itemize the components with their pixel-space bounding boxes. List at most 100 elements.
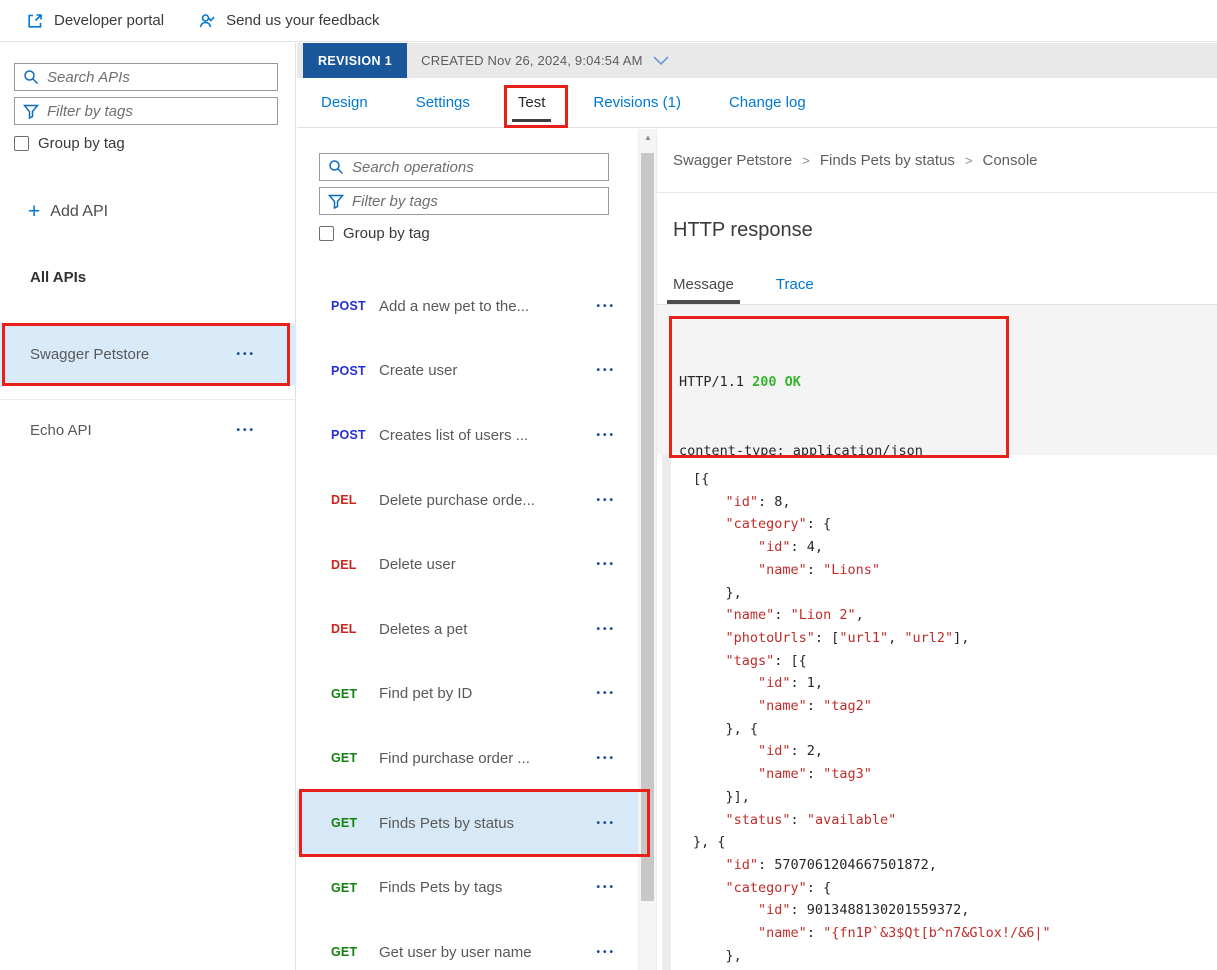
json-line: }], <box>693 788 750 805</box>
operation-list-item[interactable]: GET Get user by user name ••• <box>297 920 638 970</box>
status-line: HTTP/1.1 200 OK <box>679 374 801 391</box>
operation-name: Finds Pets by tags <box>379 879 503 897</box>
tab-design[interactable]: Design <box>319 80 370 125</box>
operation-method-badge: GET <box>331 686 358 701</box>
operation-context-menu-button[interactable]: ••• <box>596 495 616 506</box>
search-apis-box <box>14 63 278 91</box>
group-by-tag-label: Group by tag <box>38 135 125 152</box>
search-apis-input[interactable] <box>47 64 277 90</box>
operation-context-menu-button[interactable]: ••• <box>596 301 616 312</box>
api-context-menu-button[interactable]: ••• <box>236 425 256 436</box>
operation-method-badge: GET <box>331 816 358 831</box>
filter-funnel-icon <box>23 103 39 119</box>
operation-method-badge: POST <box>331 363 366 378</box>
tab-test[interactable]: Test <box>511 80 551 125</box>
ops-group-by-tag-label: Group by tag <box>343 225 430 242</box>
operation-method-badge: DEL <box>331 493 357 508</box>
operation-name: Delete purchase orde... <box>379 491 535 509</box>
json-line: "photoUrls": ["url1", "url2"], <box>725 629 970 646</box>
operation-list-item[interactable]: DEL Delete purchase orde... ••• <box>297 468 638 533</box>
operation-context-menu-button[interactable]: ••• <box>596 882 616 893</box>
operation-name: Creates list of users ... <box>379 426 529 444</box>
breadcrumb-separator: > <box>964 153 973 168</box>
top-toolbar: Developer portal Send us your feedback <box>0 0 1217 42</box>
content-area: Group by tag POST Add a new pet to the...… <box>297 129 1217 970</box>
filter-tags-input[interactable] <box>47 98 277 124</box>
plus-icon: + <box>28 200 41 223</box>
operation-context-menu-button[interactable]: ••• <box>596 947 616 958</box>
response-body-json: [{ "id": 8, "category": { "id": 4, "name… <box>657 455 1217 970</box>
json-line: "name": "Lion 2", <box>725 607 864 624</box>
group-by-tag-checkbox[interactable] <box>14 136 29 151</box>
response-tab-message[interactable]: Message <box>667 276 740 304</box>
api-context-menu-button[interactable]: ••• <box>236 349 256 360</box>
api-list-item[interactable]: Echo API ••• <box>0 399 296 461</box>
operation-list-item[interactable]: GET Finds Pets by status ••• <box>297 790 638 856</box>
breadcrumb-item[interactable]: Swagger Petstore <box>673 152 792 169</box>
operation-list-item[interactable]: POST Create user ••• <box>297 339 638 404</box>
api-sidebar: Group by tag + Add API All APIs Swagger … <box>0 43 296 970</box>
operation-context-menu-button[interactable]: ••• <box>596 365 616 376</box>
ops-filter-tags-box <box>319 187 609 215</box>
operation-list-item[interactable]: POST Add a new pet to the... ••• <box>297 274 638 339</box>
main-panel: REVISION 1 CREATED Nov 26, 2024, 9:04:54… <box>297 43 1217 970</box>
operation-name: Create user <box>379 362 458 380</box>
add-api-label: Add API <box>50 202 109 220</box>
chevron-down-icon[interactable] <box>653 55 669 66</box>
breadcrumb-item[interactable]: Console <box>982 152 1037 169</box>
api-list-item[interactable]: Swagger Petstore ••• <box>0 323 296 385</box>
operation-method-badge: GET <box>331 751 358 766</box>
json-line: "name": "tag3" <box>758 766 872 783</box>
external-link-icon <box>26 12 44 30</box>
operation-name: Delete user <box>379 556 456 574</box>
breadcrumb-item[interactable]: Finds Pets by status <box>820 152 955 169</box>
operation-method-badge: POST <box>331 428 366 443</box>
operation-method-badge: DEL <box>331 622 357 637</box>
operation-name: Find pet by ID <box>379 685 473 703</box>
feedback-person-icon <box>198 12 216 30</box>
json-line: "category": { <box>725 879 832 896</box>
json-line: "name": "Lions" <box>758 561 880 578</box>
operation-context-menu-button[interactable]: ••• <box>596 430 616 441</box>
search-operations-input[interactable] <box>352 154 608 180</box>
operation-context-menu-button[interactable]: ••• <box>596 688 616 699</box>
scroll-up-arrow[interactable]: ▲ <box>639 133 657 142</box>
operation-method-badge: GET <box>331 945 358 960</box>
operation-list-item[interactable]: DEL Deletes a pet ••• <box>297 597 638 662</box>
json-line: "category": { <box>725 516 832 533</box>
operation-context-menu-button[interactable]: ••• <box>596 624 616 635</box>
operation-list-item[interactable]: POST Creates list of users ... ••• <box>297 403 638 468</box>
tab-change-log[interactable]: Change log <box>727 80 808 125</box>
feedback-link[interactable]: Send us your feedback <box>198 12 380 30</box>
operation-name: Finds Pets by status <box>379 814 515 832</box>
json-line: }, { <box>693 834 726 851</box>
operation-list-item[interactable]: DEL Delete user ••• <box>297 532 638 597</box>
ops-filter-tags-input[interactable] <box>352 188 608 214</box>
operation-context-menu-button[interactable]: ••• <box>596 559 616 570</box>
tab-revisions-1[interactable]: Revisions (1) <box>591 80 683 125</box>
ops-group-by-tag-row: Group by tag <box>319 225 430 242</box>
filter-tags-box <box>14 97 278 125</box>
breadcrumb: Swagger Petstore > Finds Pets by status > Co… <box>657 129 1217 193</box>
operation-context-menu-button[interactable]: ••• <box>596 818 616 829</box>
operation-list-item[interactable]: GET Find pet by ID ••• <box>297 662 638 727</box>
operation-context-menu-button[interactable]: ••• <box>596 753 616 764</box>
operation-name: Deletes a pet <box>379 620 468 638</box>
ops-group-by-tag-checkbox[interactable] <box>319 226 334 241</box>
operation-list-item[interactable]: GET Finds Pets by tags ••• <box>297 855 638 920</box>
tab-settings[interactable]: Settings <box>414 80 472 125</box>
api-name: Swagger Petstore <box>30 346 150 363</box>
operation-list-item[interactable]: GET Find purchase order ... ••• <box>297 726 638 791</box>
operation-method-badge: GET <box>331 880 358 895</box>
revision-created-text: CREATED Nov 26, 2024, 9:04:54 AM <box>421 53 643 68</box>
json-line: "id": 2, <box>758 743 824 760</box>
add-api-button[interactable]: + Add API <box>28 201 108 222</box>
scrollbar-thumb[interactable] <box>641 153 654 901</box>
operations-scrollbar: ▲ <box>638 129 656 970</box>
json-line: "name": "tag2" <box>758 698 872 715</box>
operations-list: POST Add a new pet to the... ••• POST Create… <box>297 274 638 970</box>
apim-test-console-screen: Developer portal Send us your feedback G… <box>0 0 1217 970</box>
developer-portal-link[interactable]: Developer portal <box>26 12 164 30</box>
response-tab-trace[interactable]: Trace <box>776 276 814 304</box>
revision-bar: REVISION 1 CREATED Nov 26, 2024, 9:04:54… <box>297 43 1217 78</box>
